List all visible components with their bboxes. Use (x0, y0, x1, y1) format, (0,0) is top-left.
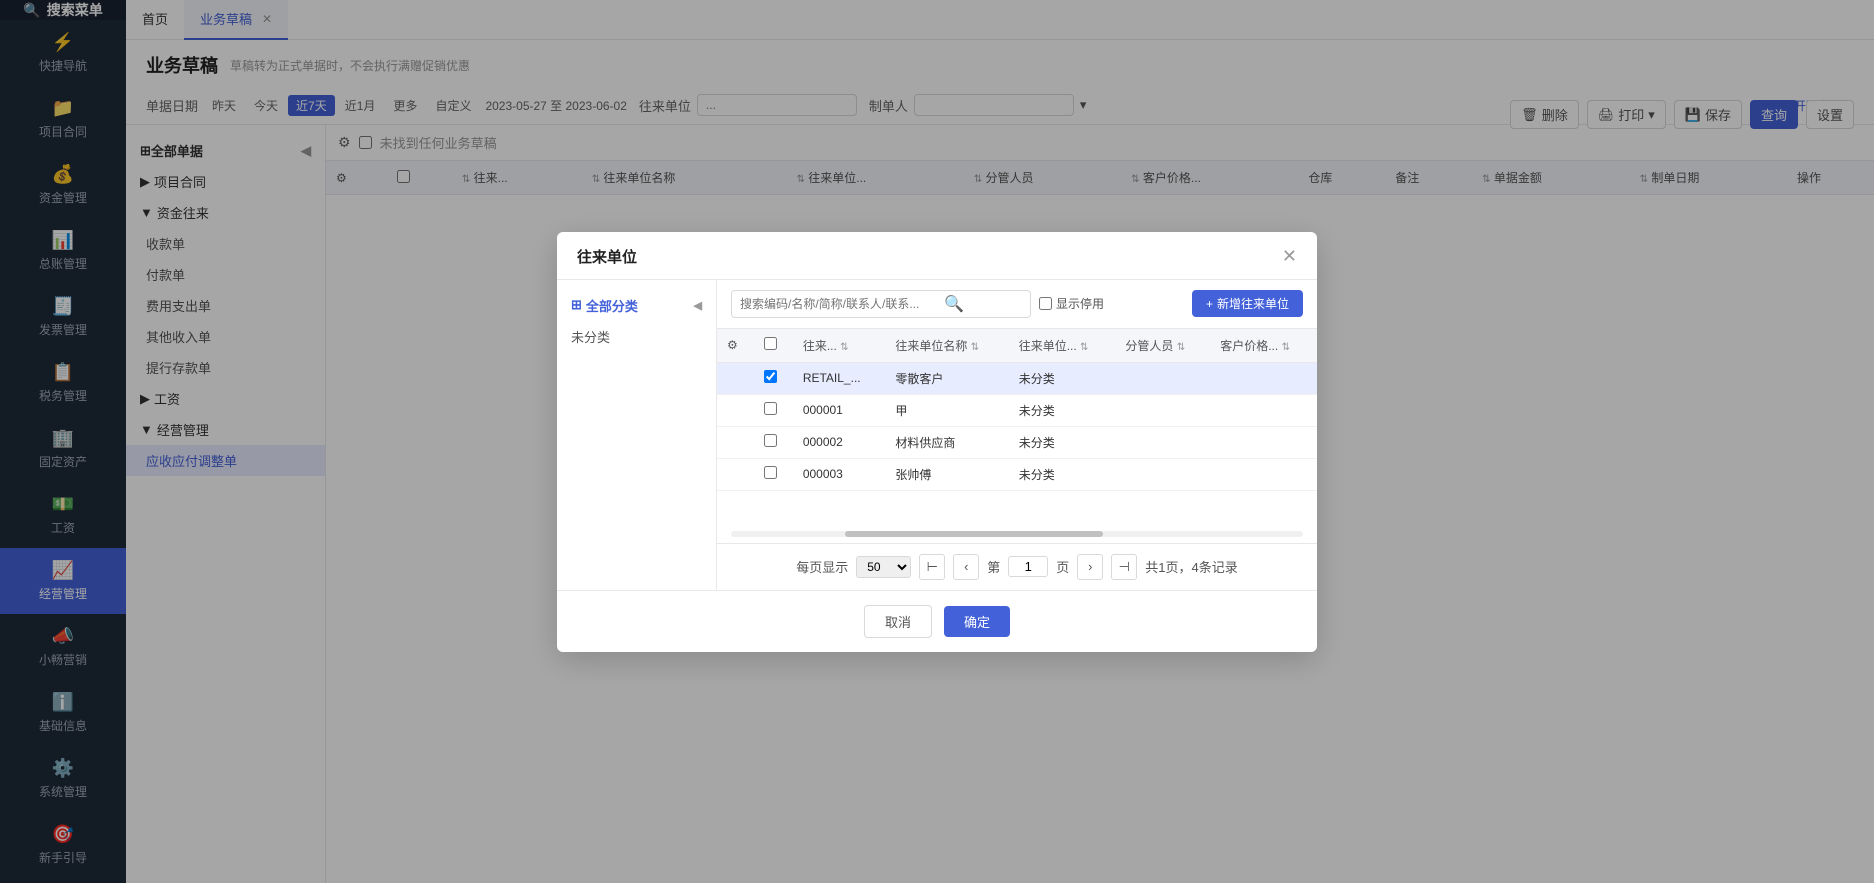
modal-right-panel: 🔍 显示停用 + 新增往来单位 (717, 280, 1317, 590)
modal-left-panel: ⊞ 全部分类 ◀ 未分类 (557, 280, 717, 590)
row-select-checkbox[interactable] (764, 370, 777, 383)
modal-select-all[interactable] (764, 337, 777, 350)
search-icon: 🔍 (944, 294, 964, 314)
row-name: 材料供应商 (885, 426, 1008, 458)
row-settings (717, 458, 754, 490)
modal-th-settings: ⚙ (717, 329, 754, 363)
modal-overlay[interactable]: 往来单位 ✕ ⊞ 全部分类 ◀ 未分类 🔍 (0, 0, 1874, 883)
modal-collapse-icon[interactable]: ◀ (694, 299, 702, 312)
modal-pagination: 每页显示 50 100 ⊢ ‹ 第 页 › ⊣ 共1页，4条记录 (717, 543, 1317, 590)
modal-left-unclassified[interactable]: 未分类 (557, 321, 716, 352)
next-page-button[interactable]: › (1077, 554, 1103, 580)
modal-close-icon[interactable]: ✕ (1282, 246, 1297, 267)
modal-search-input[interactable] (740, 297, 940, 311)
row-price (1210, 362, 1317, 394)
last-page-button[interactable]: ⊣ (1111, 554, 1137, 580)
row-sales (1115, 394, 1210, 426)
row-name: 张帅傅 (885, 458, 1008, 490)
row-code: 000002 (793, 426, 886, 458)
modal-body: ⊞ 全部分类 ◀ 未分类 🔍 显示停用 (557, 280, 1317, 590)
modal-header: 往来单位 ✕ (557, 232, 1317, 280)
page-size-label: 每页显示 (796, 557, 848, 576)
row-code: 000001 (793, 394, 886, 426)
row-select-checkbox[interactable] (764, 434, 777, 447)
modal-footer: 取消 确定 (557, 590, 1317, 652)
row-checkbox (754, 394, 793, 426)
row-type: 未分类 (1009, 362, 1116, 394)
modal-table-container: ⚙ 往来... ⇅ 往来单位名称 ⇅ 往来单位... ⇅ 分管人员 ⇅ 客户价格… (717, 329, 1317, 525)
row-sales (1115, 362, 1210, 394)
row-price (1210, 458, 1317, 490)
row-type: 未分类 (1009, 458, 1116, 490)
row-type: 未分类 (1009, 394, 1116, 426)
show-disabled-checkbox[interactable] (1039, 297, 1052, 310)
page-size-select[interactable]: 50 100 (856, 556, 911, 578)
row-name: 零散客户 (885, 362, 1008, 394)
modal-th-code: 往来... ⇅ (793, 329, 886, 363)
row-checkbox (754, 458, 793, 490)
modal-scrollbar-thumb (845, 531, 1102, 537)
total-records-label: 共1页，4条记录 (1145, 557, 1237, 576)
show-disabled-option: 显示停用 (1039, 295, 1104, 312)
modal-th-type: 往来单位... ⇅ (1009, 329, 1116, 363)
prev-page-button[interactable]: ‹ (953, 554, 979, 580)
row-sales (1115, 426, 1210, 458)
modal-th-name: 往来单位名称 ⇅ (885, 329, 1008, 363)
partner-modal: 往来单位 ✕ ⊞ 全部分类 ◀ 未分类 🔍 (557, 232, 1317, 652)
page-unit-label: 页 (1056, 557, 1069, 576)
modal-left-header-label: 全部分类 (586, 296, 638, 315)
row-settings (717, 394, 754, 426)
page-number-prefix: 第 (987, 557, 1000, 576)
table-row[interactable]: RETAIL_... 零散客户 未分类 (717, 362, 1317, 394)
table-row[interactable]: 000003 张帅傅 未分类 (717, 458, 1317, 490)
grid-icon: ⊞ (571, 297, 582, 313)
row-price (1210, 426, 1317, 458)
row-sales (1115, 458, 1210, 490)
modal-search-box: 🔍 (731, 290, 1031, 318)
modal-title: 往来单位 (577, 246, 637, 267)
row-select-checkbox[interactable] (764, 402, 777, 415)
cancel-button[interactable]: 取消 (864, 605, 932, 638)
row-checkbox (754, 426, 793, 458)
page-number-input[interactable] (1008, 556, 1048, 577)
add-partner-label: 新增往来单位 (1217, 295, 1289, 312)
first-page-button[interactable]: ⊢ (919, 554, 945, 580)
modal-th-price: 客户价格... ⇅ (1210, 329, 1317, 363)
row-settings (717, 426, 754, 458)
modal-left-header: ⊞ 全部分类 ◀ (557, 290, 716, 321)
row-price (1210, 394, 1317, 426)
row-select-checkbox[interactable] (764, 466, 777, 479)
table-row[interactable]: 000002 材料供应商 未分类 (717, 426, 1317, 458)
row-code: 000003 (793, 458, 886, 490)
table-row[interactable]: 000001 甲 未分类 (717, 394, 1317, 426)
row-type: 未分类 (1009, 426, 1116, 458)
modal-th-checkbox (754, 329, 793, 363)
row-code: RETAIL_... (793, 362, 886, 394)
add-icon: + (1206, 297, 1213, 311)
modal-data-table: ⚙ 往来... ⇅ 往来单位名称 ⇅ 往来单位... ⇅ 分管人员 ⇅ 客户价格… (717, 329, 1317, 491)
confirm-button[interactable]: 确定 (944, 606, 1010, 637)
show-disabled-label: 显示停用 (1056, 295, 1104, 312)
modal-toolbar: 🔍 显示停用 + 新增往来单位 (717, 280, 1317, 329)
row-settings (717, 362, 754, 394)
modal-scrollbar-track[interactable] (731, 531, 1303, 537)
modal-th-sales: 分管人员 ⇅ (1115, 329, 1210, 363)
row-checkbox (754, 362, 793, 394)
add-partner-button[interactable]: + 新增往来单位 (1192, 290, 1303, 317)
row-name: 甲 (885, 394, 1008, 426)
